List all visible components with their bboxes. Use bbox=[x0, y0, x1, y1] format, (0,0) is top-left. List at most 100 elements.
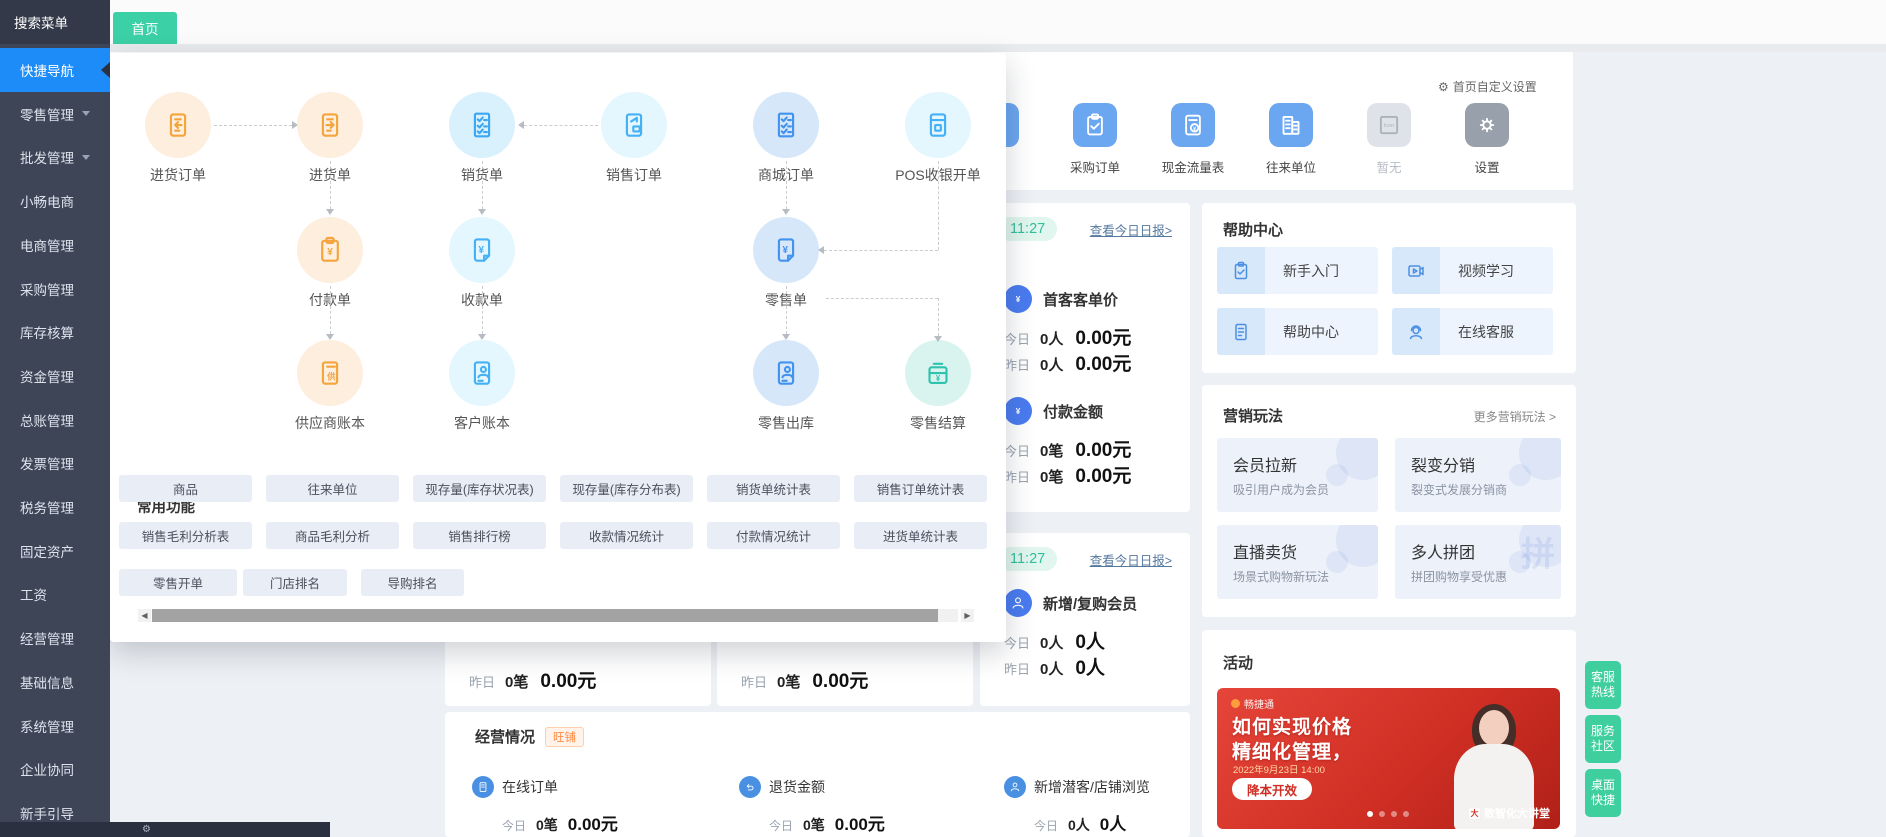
stat-value-count: 0笔 bbox=[1040, 443, 1064, 460]
flow-node-收款单[interactable]: ¥ bbox=[449, 217, 515, 283]
flow-connector bbox=[826, 298, 938, 299]
help-item-视频学习[interactable]: 视频学习 bbox=[1392, 247, 1553, 294]
sidebar-item-税务管理[interactable]: 税务管理 bbox=[0, 485, 110, 529]
function-button-往来单位[interactable]: 往来单位 bbox=[266, 475, 399, 502]
tab-home[interactable]: 首页 bbox=[113, 12, 177, 44]
daily-report-link[interactable]: 查看今日日报> bbox=[1090, 220, 1172, 239]
sidebar-item-电商管理[interactable]: 电商管理 bbox=[0, 223, 110, 267]
arrowhead-down-icon bbox=[782, 334, 790, 340]
dot-4[interactable] bbox=[1403, 811, 1409, 817]
time-pill: 11:27 bbox=[998, 217, 1058, 241]
flow-node-商城订单[interactable] bbox=[753, 92, 819, 158]
sidebar-search-menu[interactable]: 搜索菜单 bbox=[0, 0, 110, 44]
panel-scrollbar[interactable]: ◀ ▶ bbox=[138, 609, 974, 622]
help-center-card: 帮助中心 新手入门 视频学习 帮助中心 在线客服 bbox=[1202, 203, 1576, 373]
sidebar-item-资金管理[interactable]: 资金管理 bbox=[0, 354, 110, 398]
shortcut-暂无[interactable]: Icon 暂无 bbox=[1345, 103, 1433, 176]
shortcut-往来单位[interactable]: 往来单位 bbox=[1247, 103, 1335, 176]
quick-button-客服热线[interactable]: 客服 热线 bbox=[1585, 661, 1621, 709]
headset-icon bbox=[1392, 308, 1440, 355]
sidebar-item-快捷导航[interactable]: 快捷导航 bbox=[0, 48, 110, 92]
scrollbar-thumb[interactable] bbox=[152, 609, 938, 622]
scrollbar-right-arrow[interactable]: ▶ bbox=[961, 609, 974, 622]
function-button-零售开单[interactable]: 零售开单 bbox=[119, 569, 237, 596]
doc-icon bbox=[472, 776, 494, 798]
sidebar-item-label: 经营管理 bbox=[20, 632, 74, 648]
dot-1[interactable] bbox=[1367, 811, 1373, 817]
quick-button-桌面快捷[interactable]: 桌面 快捷 bbox=[1585, 769, 1621, 817]
marketing-item-多人拼团[interactable]: 拼多人拼团 拼团购物享受优惠 bbox=[1395, 525, 1561, 599]
sidebar-item-零售管理[interactable]: 零售管理 bbox=[0, 92, 110, 136]
metric-amount: 0.00元 bbox=[834, 815, 885, 834]
marketing-item-直播卖货[interactable]: 直播卖货 场景式购物新玩法 bbox=[1217, 525, 1378, 599]
shortcut-采购订单[interactable]: 采购订单 bbox=[1051, 103, 1139, 176]
banner-cta-button[interactable]: 降本开效 bbox=[1232, 778, 1312, 800]
function-button-销售排行榜[interactable]: 销售排行榜 bbox=[413, 522, 546, 549]
flow-node-零售单[interactable]: ¥ bbox=[753, 217, 819, 283]
sidebar-item-发票管理[interactable]: 发票管理 bbox=[0, 441, 110, 485]
shortcut-现金流量表[interactable]: ¥ 现金流量表 bbox=[1149, 103, 1237, 176]
flow-node-付款单[interactable]: ¥ bbox=[297, 217, 363, 283]
dot-3[interactable] bbox=[1391, 811, 1397, 817]
sidebar-item-批发管理[interactable]: 批发管理 bbox=[0, 135, 110, 179]
sidebar-item-基础信息[interactable]: 基础信息 bbox=[0, 660, 110, 704]
flow-node-POS收银开单[interactable] bbox=[905, 92, 971, 158]
flow-node-进货单[interactable] bbox=[297, 92, 363, 158]
function-button-导购排名[interactable]: 导购排名 bbox=[361, 569, 464, 596]
svg-text:¥: ¥ bbox=[783, 245, 789, 256]
shortcut-设置[interactable]: 设置 bbox=[1443, 103, 1531, 176]
marketing-item-裂变分销[interactable]: 裂变分销 裂变式发展分销商 bbox=[1395, 438, 1561, 512]
sidebar-item-经营管理[interactable]: 经营管理 bbox=[0, 616, 110, 660]
stat-row: 昨日 0笔 0.00元 bbox=[1004, 461, 1190, 487]
help-item-在线客服[interactable]: 在线客服 bbox=[1392, 308, 1553, 355]
sidebar-item-label: 总账管理 bbox=[20, 413, 74, 429]
flow-node-销货单[interactable] bbox=[449, 92, 515, 158]
scrollbar-track[interactable] bbox=[152, 609, 958, 622]
doc_out-icon bbox=[313, 108, 347, 142]
activity-banner[interactable]: 畅捷通 如何实现价格 精细化管理， 2022年9月23日 14:00 降本开效 … bbox=[1217, 688, 1560, 829]
flow-node-供应商账本[interactable]: 供 bbox=[297, 340, 363, 406]
function-button-销货单统计表[interactable]: 销货单统计表 bbox=[707, 475, 840, 502]
flow-node-客户账本[interactable] bbox=[449, 340, 515, 406]
sidebar-footer-bar: ⚙ bbox=[0, 822, 330, 837]
banner-pagination-dots[interactable] bbox=[1367, 804, 1415, 822]
function-button-收款情况统计[interactable]: 收款情况统计 bbox=[560, 522, 693, 549]
flow-label-销售订单: 销售订单 bbox=[606, 167, 662, 183]
function-button-销售毛利分析表[interactable]: 销售毛利分析表 bbox=[119, 522, 252, 549]
shortcut-label: 采购订单 bbox=[1069, 161, 1120, 175]
function-button-门店排名[interactable]: 门店排名 bbox=[243, 569, 347, 596]
sidebar-item-总账管理[interactable]: 总账管理 bbox=[0, 398, 110, 442]
business-metric-退货金额: 退货金额 今日 0笔 0.00元 bbox=[739, 776, 989, 835]
flow-node-零售结算[interactable]: ¥ bbox=[905, 340, 971, 406]
function-button-现存量(库存状况表)[interactable]: 现存量(库存状况表) bbox=[413, 475, 546, 502]
sidebar-item-固定资产[interactable]: 固定资产 bbox=[0, 529, 110, 573]
quick-button-服务社区[interactable]: 服务 社区 bbox=[1585, 715, 1621, 763]
function-button-商品毛利分析[interactable]: 商品毛利分析 bbox=[266, 522, 399, 549]
person-icon bbox=[1004, 589, 1032, 617]
function-button-现存量(库存分布表)[interactable]: 现存量(库存分布表) bbox=[560, 475, 693, 502]
sidebar-item-工资[interactable]: 工资 bbox=[0, 572, 110, 616]
sidebar-item-采购管理[interactable]: 采购管理 bbox=[0, 267, 110, 311]
function-button-付款情况统计[interactable]: 付款情况统计 bbox=[707, 522, 840, 549]
flow-node-进货订单[interactable] bbox=[145, 92, 211, 158]
sidebar-item-小畅电商[interactable]: 小畅电商 bbox=[0, 179, 110, 223]
function-button-商品[interactable]: 商品 bbox=[119, 475, 252, 502]
person-icon bbox=[1004, 776, 1026, 798]
flow-node-销售订单[interactable] bbox=[601, 92, 667, 158]
help-item-帮助中心[interactable]: 帮助中心 bbox=[1217, 308, 1378, 355]
sidebar-item-企业协同[interactable]: 企业协同 bbox=[0, 747, 110, 791]
more-marketing-link[interactable]: 更多营销玩法 > bbox=[1474, 408, 1556, 425]
sidebar-item-系统管理[interactable]: 系统管理 bbox=[0, 704, 110, 748]
function-button-进货单统计表[interactable]: 进货单统计表 bbox=[854, 522, 987, 549]
flow-node-零售出库[interactable] bbox=[753, 340, 819, 406]
scrollbar-left-arrow[interactable]: ◀ bbox=[138, 609, 151, 622]
help-item-新手入门[interactable]: 新手入门 bbox=[1217, 247, 1378, 294]
function-button-销售订单统计表[interactable]: 销售订单统计表 bbox=[854, 475, 987, 502]
homepage-customize-button[interactable]: ⚙ 首页自定义设置 bbox=[1438, 78, 1558, 95]
banner-headline-2: 精细化管理， bbox=[1232, 742, 1353, 763]
daily-report-link[interactable]: 查看今日日报> bbox=[1090, 550, 1172, 569]
marketing-item-会员拉新[interactable]: 会员拉新 吸引用户成为会员 bbox=[1217, 438, 1378, 512]
dot-2[interactable] bbox=[1379, 811, 1385, 817]
sidebar-item-库存核算[interactable]: 库存核算 bbox=[0, 310, 110, 354]
stat-card-header: 11:27 查看今日日报> bbox=[998, 217, 1172, 241]
